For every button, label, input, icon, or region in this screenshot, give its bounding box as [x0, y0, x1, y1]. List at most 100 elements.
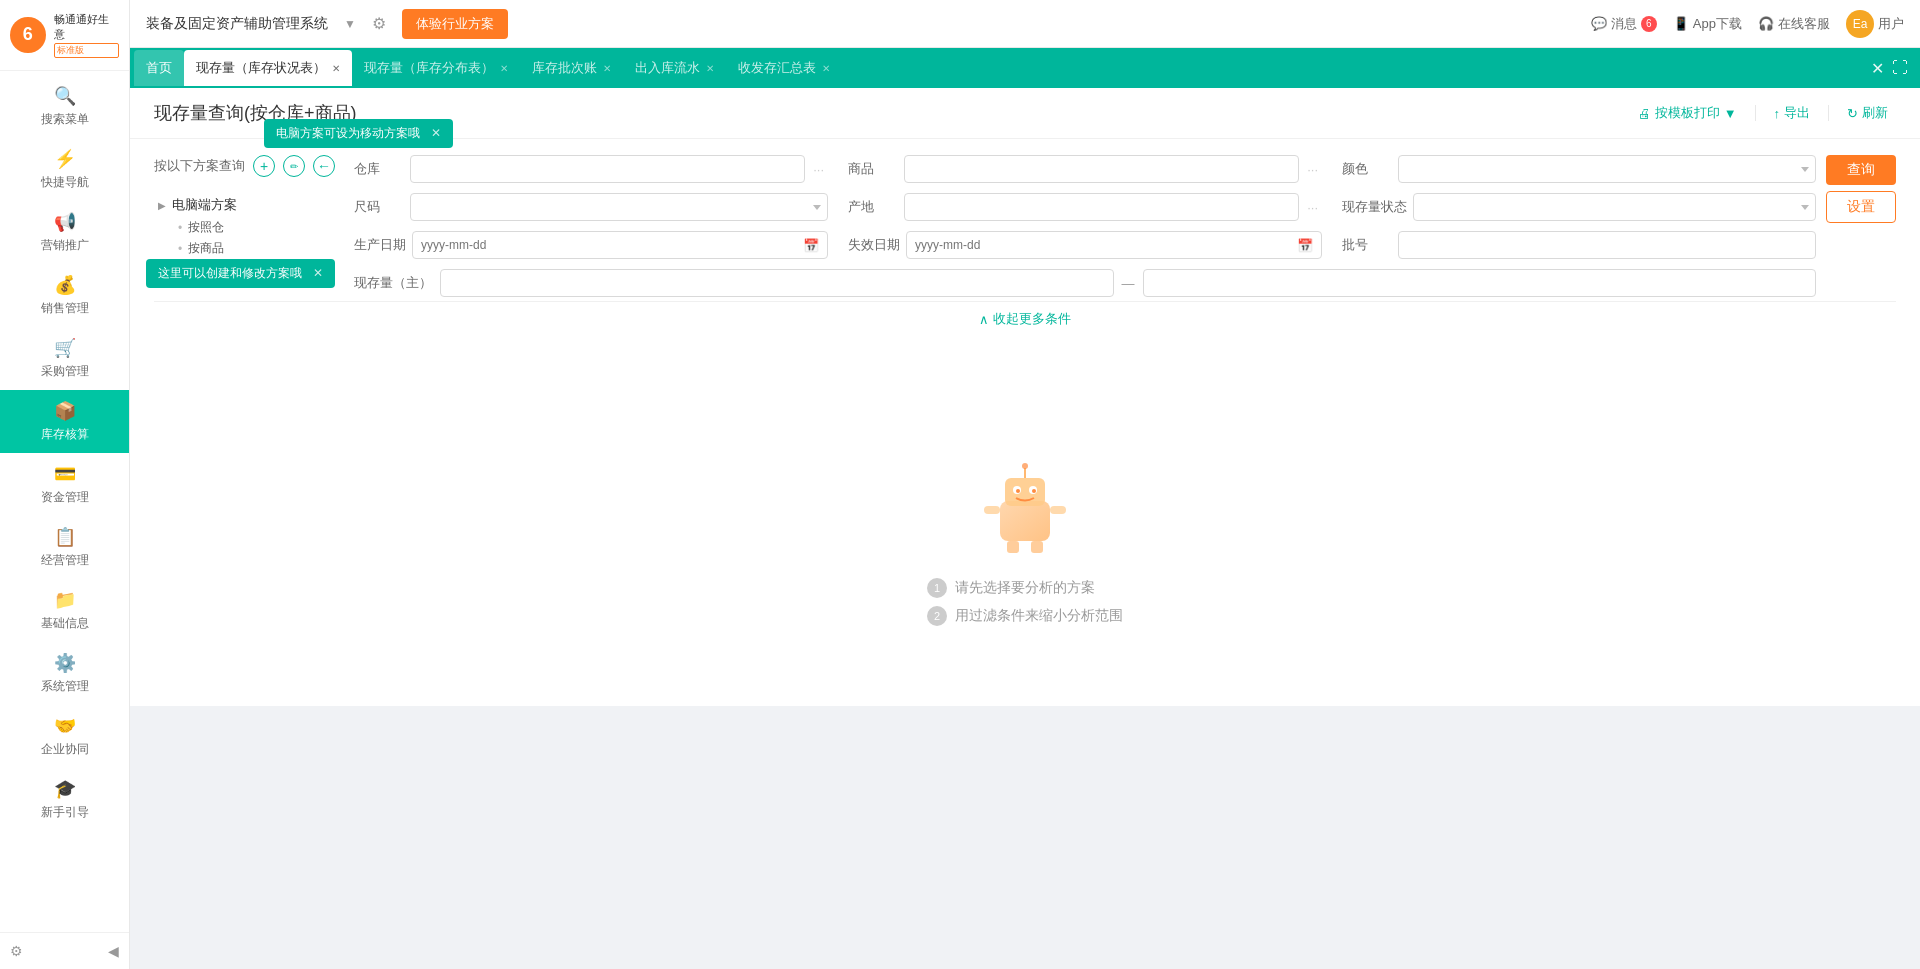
tab-batch-close[interactable]: ✕	[603, 63, 611, 74]
sidebar-item-nav[interactable]: ⚡ 快捷导航	[0, 138, 129, 201]
search-button[interactable]: 查询	[1826, 155, 1896, 185]
experience-button[interactable]: 体验行业方案	[402, 9, 508, 39]
tab-flow-close[interactable]: ✕	[706, 63, 714, 74]
prod-cal-icon[interactable]: 📅	[803, 238, 819, 253]
qty-max-input[interactable]	[1143, 269, 1817, 297]
tab-batch[interactable]: 库存批次账 ✕	[520, 50, 623, 86]
user-area[interactable]: Ea 用户	[1846, 10, 1904, 38]
sidebar-item-marketing[interactable]: 📢 营销推广	[0, 201, 129, 264]
message-icon: 💬	[1591, 16, 1607, 31]
refresh-label: 刷新	[1862, 104, 1888, 122]
origin-dots-icon[interactable]: ···	[1303, 200, 1322, 215]
sidebar-item-sales[interactable]: 💰 销售管理	[0, 264, 129, 327]
collapse-sidebar-btn[interactable]: ◀	[108, 943, 119, 959]
sidebar-item-system[interactable]: ⚙️ 系统管理	[0, 642, 129, 705]
sidebar-item-search[interactable]: 🔍 搜索菜单	[0, 75, 129, 138]
size-control	[410, 193, 828, 221]
sidebar-item-inventory[interactable]: 📦 库存核算	[0, 390, 129, 453]
purchase-icon: 🛒	[54, 337, 76, 359]
tree-item-pc[interactable]: ▶ 电脑端方案	[154, 193, 346, 217]
headset-icon: 🎧	[1758, 16, 1774, 31]
sidebar-item-guide[interactable]: 🎓 新手引导	[0, 768, 129, 831]
tooltip1-close[interactable]: ✕	[431, 126, 441, 140]
tab-flow[interactable]: 出入库流水 ✕	[623, 50, 726, 86]
print-btn[interactable]: 🖨 按模板打印 ▼	[1630, 100, 1745, 126]
tab-home[interactable]: 首页	[134, 50, 184, 86]
empty-steps: 1 请先选择要分析的方案 2 用过滤条件来缩小分析范围	[927, 578, 1123, 626]
goods-dots-icon[interactable]: ···	[1303, 162, 1322, 177]
sidebar-item-collab[interactable]: 🤝 企业协同	[0, 705, 129, 768]
svg-rect-0	[1000, 501, 1050, 541]
prod-date-control: 📅	[412, 231, 828, 259]
inventory-icon: 📦	[54, 400, 76, 422]
prod-date-input[interactable]	[421, 238, 799, 252]
export-label: 导出	[1784, 104, 1810, 122]
content-area: 现存量查询(按仓库+商品) 🖨 按模板打印 ▼ ↑ 导出 ↻ 刷新	[130, 88, 1920, 969]
warehouse-input[interactable]	[410, 155, 805, 183]
operations-icon: 📋	[54, 526, 76, 548]
edit-scheme-btn[interactable]: ✏	[283, 155, 305, 177]
settings-gear-icon[interactable]: ⚙	[372, 14, 386, 33]
collapse-bar[interactable]: ∧ 收起更多条件	[154, 301, 1896, 336]
sidebar-item-operations[interactable]: 📋 经营管理	[0, 516, 129, 579]
refresh-btn[interactable]: ↻ 刷新	[1839, 100, 1896, 126]
step-num-2: 2	[927, 606, 947, 626]
tooltip2-close[interactable]: ✕	[313, 266, 323, 280]
tab-inventory-dist-label: 现存量（库存分布表）	[364, 59, 494, 77]
svg-rect-7	[1031, 541, 1043, 553]
origin-input[interactable]	[904, 193, 1299, 221]
exp-date-control: 📅	[906, 231, 1322, 259]
qty-min-input[interactable]	[440, 269, 1114, 297]
add-scheme-btn[interactable]: +	[253, 155, 275, 177]
step-num-1: 1	[927, 578, 947, 598]
online-support-btn[interactable]: 🎧 在线客服	[1758, 15, 1830, 33]
tab-inventory-dist[interactable]: 现存量（库存分布表） ✕	[352, 50, 520, 86]
tree-sub-label-1: 按照仓	[188, 219, 224, 236]
warehouse-control: ···	[410, 155, 828, 183]
tab-inventory-dist-close[interactable]: ✕	[500, 63, 508, 74]
close-all-tabs-icon[interactable]: ✕	[1871, 59, 1884, 78]
tree-pc-children: • 按照仓 • 按商品	[154, 217, 346, 259]
warehouse-dots-icon[interactable]: ···	[809, 162, 828, 177]
tab-inventory-status[interactable]: 现存量（库存状况表） ✕	[184, 50, 352, 86]
color-select[interactable]	[1398, 155, 1816, 183]
tab-summary-label: 收发存汇总表	[738, 59, 816, 77]
inv-status-select[interactable]	[1413, 193, 1816, 221]
online-support-label: 在线客服	[1778, 15, 1830, 33]
size-select[interactable]	[410, 193, 828, 221]
app-download-btn[interactable]: 📱 App下载	[1673, 15, 1742, 33]
set-button[interactable]: 设置	[1826, 191, 1896, 223]
scheme-arrow-btn[interactable]: ←	[313, 155, 335, 177]
sidebar-item-purchase[interactable]: 🛒 采购管理	[0, 327, 129, 390]
fullscreen-icon[interactable]: ⛶	[1892, 59, 1908, 78]
inv-status-control	[1413, 193, 1816, 221]
message-btn[interactable]: 💬 消息 6	[1591, 15, 1657, 33]
sidebar-item-finance[interactable]: 💳 资金管理	[0, 453, 129, 516]
prod-date-label: 生产日期	[354, 236, 406, 254]
divider1	[1755, 105, 1756, 121]
exp-cal-icon[interactable]: 📅	[1297, 238, 1313, 253]
svg-point-4	[1016, 489, 1020, 493]
tab-inventory-status-close[interactable]: ✕	[332, 63, 340, 74]
settings-bottom-btn[interactable]: ⚙	[10, 943, 23, 959]
filter-header: 按以下方案查询 + ✏ ← 电脑方案可设为移动方案哦 ✕	[154, 155, 346, 177]
tree-sub-item-1[interactable]: • 按照仓	[174, 217, 346, 238]
sidebar-item-basic[interactable]: 📁 基础信息	[0, 579, 129, 642]
goods-input[interactable]	[904, 155, 1299, 183]
tree-sub-item-2[interactable]: • 按商品	[174, 238, 346, 259]
exp-date-wrap: 📅	[906, 231, 1322, 259]
batch-input[interactable]	[1398, 231, 1816, 259]
inv-status-label: 现存量状态	[1342, 198, 1407, 216]
batch-control	[1398, 231, 1816, 259]
system-name: 装备及固定资产辅助管理系统	[146, 15, 328, 33]
basic-icon: 📁	[54, 589, 76, 611]
tab-summary[interactable]: 收发存汇总表 ✕	[726, 50, 842, 86]
tab-summary-close[interactable]: ✕	[822, 63, 830, 74]
collab-icon: 🤝	[54, 715, 76, 737]
export-icon: ↑	[1774, 106, 1781, 121]
export-btn[interactable]: ↑ 导出	[1766, 100, 1819, 126]
logo-badge: 标准版	[54, 43, 119, 58]
sales-icon: 💰	[54, 274, 76, 296]
batch-label: 批号	[1342, 236, 1392, 254]
exp-date-input[interactable]	[915, 238, 1293, 252]
